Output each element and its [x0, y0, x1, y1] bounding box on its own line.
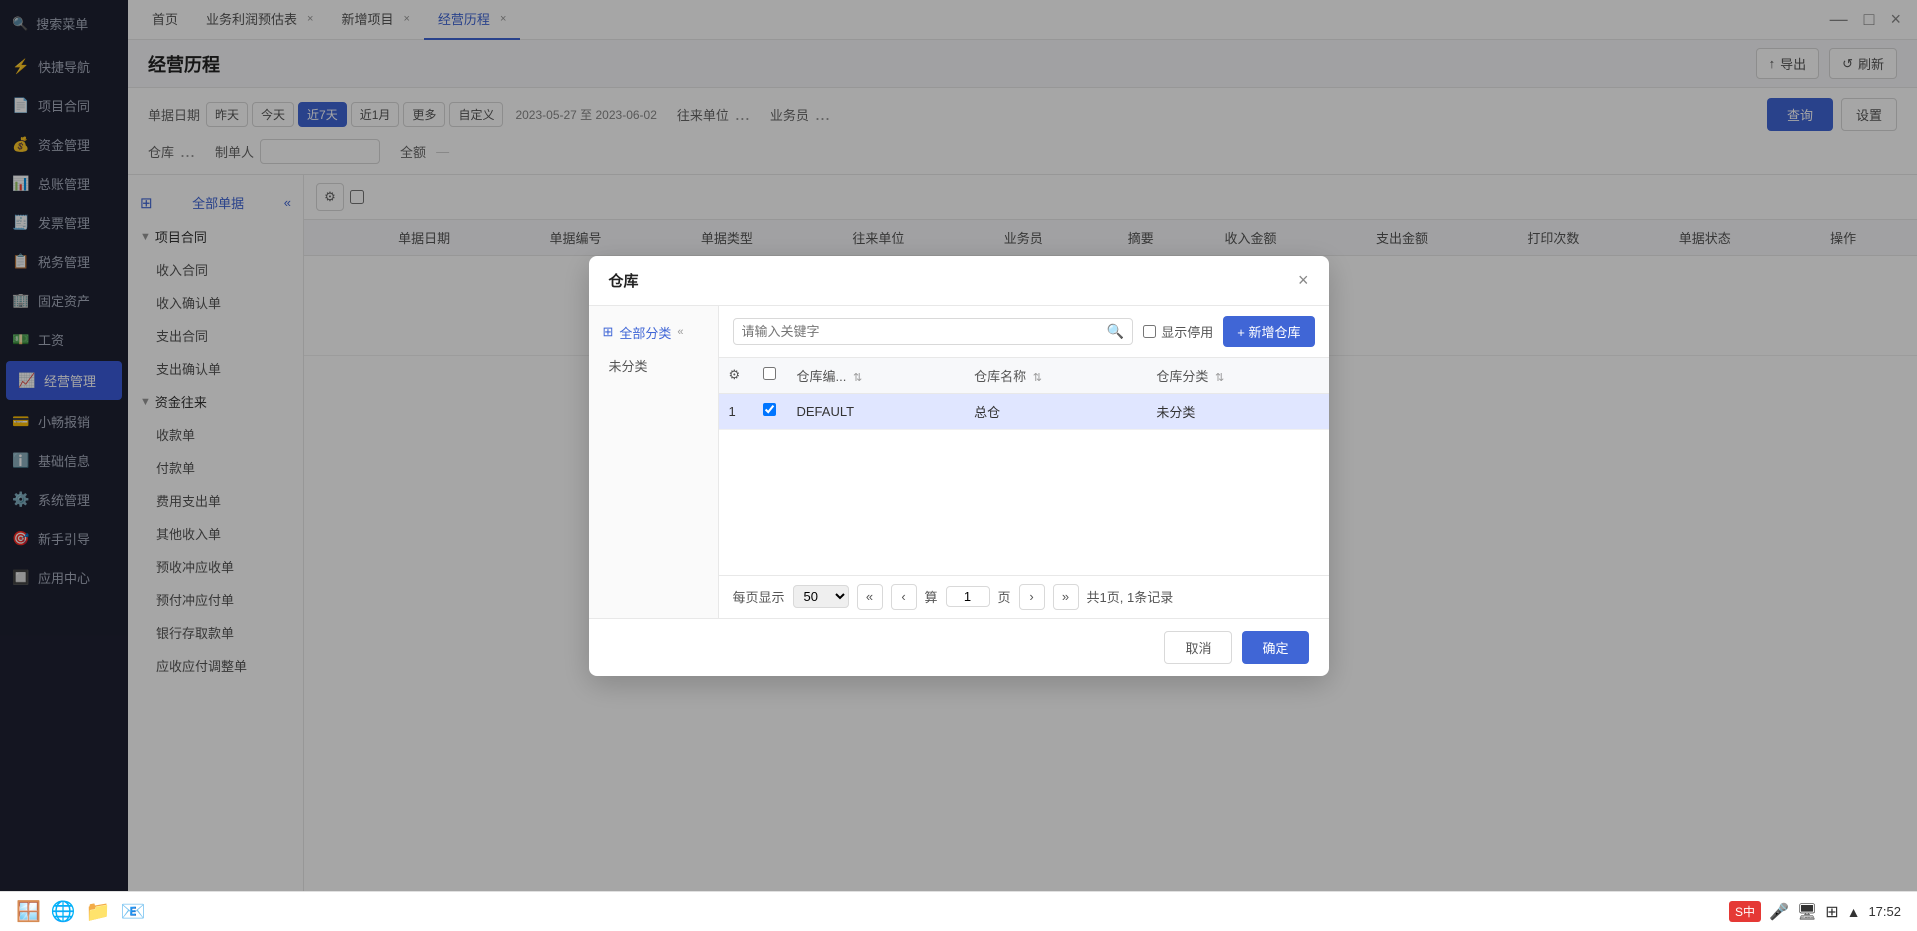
- taskbar-screen-icon[interactable]: 🖥: [1797, 902, 1817, 922]
- dialog-col-category: 仓库分类 ⇅: [1146, 358, 1328, 394]
- dialog-cancel-button[interactable]: 取消: [1164, 631, 1232, 664]
- taskbar-time: 17:52: [1868, 904, 1901, 919]
- taskbar: 🪟 🌐 📁 📧 S中 🎤 🖥 ⊞ ▲ 17:52: [0, 891, 1917, 931]
- taskbar-status-1: S中: [1729, 901, 1761, 922]
- sort-icon-code: ⇅: [853, 372, 862, 384]
- dialog-last-page-btn[interactable]: »: [1053, 584, 1079, 610]
- dialog-col-name: 仓库名称 ⇅: [964, 358, 1146, 394]
- warehouse-dialog: 仓库 × ⊞ 全部分类 « 未分类 🔍 显示停用: [589, 256, 1329, 676]
- show-disabled-checkbox[interactable]: [1143, 325, 1156, 338]
- dialog-prev-page-btn[interactable]: ‹: [891, 584, 917, 610]
- dialog-pagination: 每页显示 50 100 « ‹ 算 页 › » 共1页, 1条记录: [719, 575, 1329, 618]
- dialog-page-input[interactable]: [946, 586, 990, 607]
- dialog-toolbar: 🔍 显示停用 + 新增仓库: [719, 306, 1329, 358]
- all-category-label: 全部分类: [619, 323, 671, 342]
- dialog-search-box: 🔍: [733, 318, 1134, 345]
- dialog-page-label: 算: [925, 587, 938, 606]
- dialog-row-name: 总仓: [964, 393, 1146, 429]
- dialog-header: 仓库 ×: [589, 256, 1329, 306]
- taskbar-icon-3[interactable]: 📁: [86, 899, 111, 924]
- sort-icon-name: ⇅: [1033, 372, 1042, 384]
- dialog-next-page-btn[interactable]: ›: [1019, 584, 1045, 610]
- dialog-body: ⊞ 全部分类 « 未分类 🔍 显示停用 + 新增仓库: [589, 306, 1329, 618]
- show-disabled-label: 显示停用: [1143, 322, 1213, 341]
- dialog-title: 仓库: [609, 270, 639, 291]
- dialog-per-page-label: 每页显示: [733, 587, 785, 606]
- dialog-select-all[interactable]: [763, 367, 776, 380]
- dialog-category-unclassified[interactable]: 未分类: [589, 349, 718, 382]
- dialog-per-page-select[interactable]: 50 100: [793, 585, 849, 608]
- dialog-table-row[interactable]: 1 DEFAULT 总仓 未分类: [719, 393, 1329, 429]
- dialog-total-text: 共1页, 1条记录: [1087, 587, 1174, 606]
- dialog-row-category: 未分类: [1146, 393, 1328, 429]
- dialog-search-input[interactable]: [742, 324, 1107, 339]
- dialog-col-checkbox: [753, 358, 787, 394]
- dialog-left-panel: ⊞ 全部分类 « 未分类: [589, 306, 719, 618]
- taskbar-icon-4[interactable]: 📧: [121, 899, 146, 924]
- show-disabled-text: 显示停用: [1161, 322, 1213, 341]
- taskbar-grid-icon[interactable]: ⊞: [1825, 902, 1838, 922]
- dialog-table: ⚙ 仓库编... ⇅ 仓库名称 ⇅: [719, 358, 1329, 430]
- all-category-icon: ⊞: [603, 324, 614, 340]
- dialog-collapse-icon[interactable]: «: [677, 326, 683, 338]
- taskbar-right: S中 🎤 🖥 ⊞ ▲ 17:52: [1729, 901, 1901, 922]
- dialog-footer: 取消 确定: [589, 618, 1329, 676]
- add-warehouse-button[interactable]: + 新增仓库: [1223, 316, 1314, 347]
- dialog-row-checkbox-cell: [753, 393, 787, 429]
- dialog-right-panel: 🔍 显示停用 + 新增仓库 ⚙: [719, 306, 1329, 618]
- dialog-row-num: 1: [719, 393, 753, 429]
- dialog-first-page-btn[interactable]: «: [857, 584, 883, 610]
- dialog-page-end: 页: [998, 587, 1011, 606]
- dialog-all-category[interactable]: ⊞ 全部分类 «: [589, 316, 718, 349]
- sort-icon-category: ⇅: [1215, 372, 1224, 384]
- taskbar-icon-2[interactable]: 🌐: [51, 899, 76, 924]
- dialog-col-settings: ⚙: [719, 358, 753, 394]
- search-icon[interactable]: 🔍: [1107, 323, 1124, 340]
- taskbar-mic-icon[interactable]: 🎤: [1769, 902, 1789, 922]
- taskbar-icon-1[interactable]: 🪟: [16, 899, 41, 924]
- settings-icon: ⚙: [729, 367, 741, 382]
- dialog-close-button[interactable]: ×: [1298, 271, 1309, 289]
- taskbar-app-icons: 🪟 🌐 📁 📧: [16, 899, 146, 924]
- dialog-row-checkbox[interactable]: [763, 403, 776, 416]
- dialog-table-wrap: ⚙ 仓库编... ⇅ 仓库名称 ⇅: [719, 358, 1329, 575]
- dialog-row-code: DEFAULT: [787, 393, 965, 429]
- dialog-confirm-button[interactable]: 确定: [1242, 631, 1308, 664]
- taskbar-arrow-icon[interactable]: ▲: [1847, 904, 1861, 920]
- dialog-col-code: 仓库编... ⇅: [787, 358, 965, 394]
